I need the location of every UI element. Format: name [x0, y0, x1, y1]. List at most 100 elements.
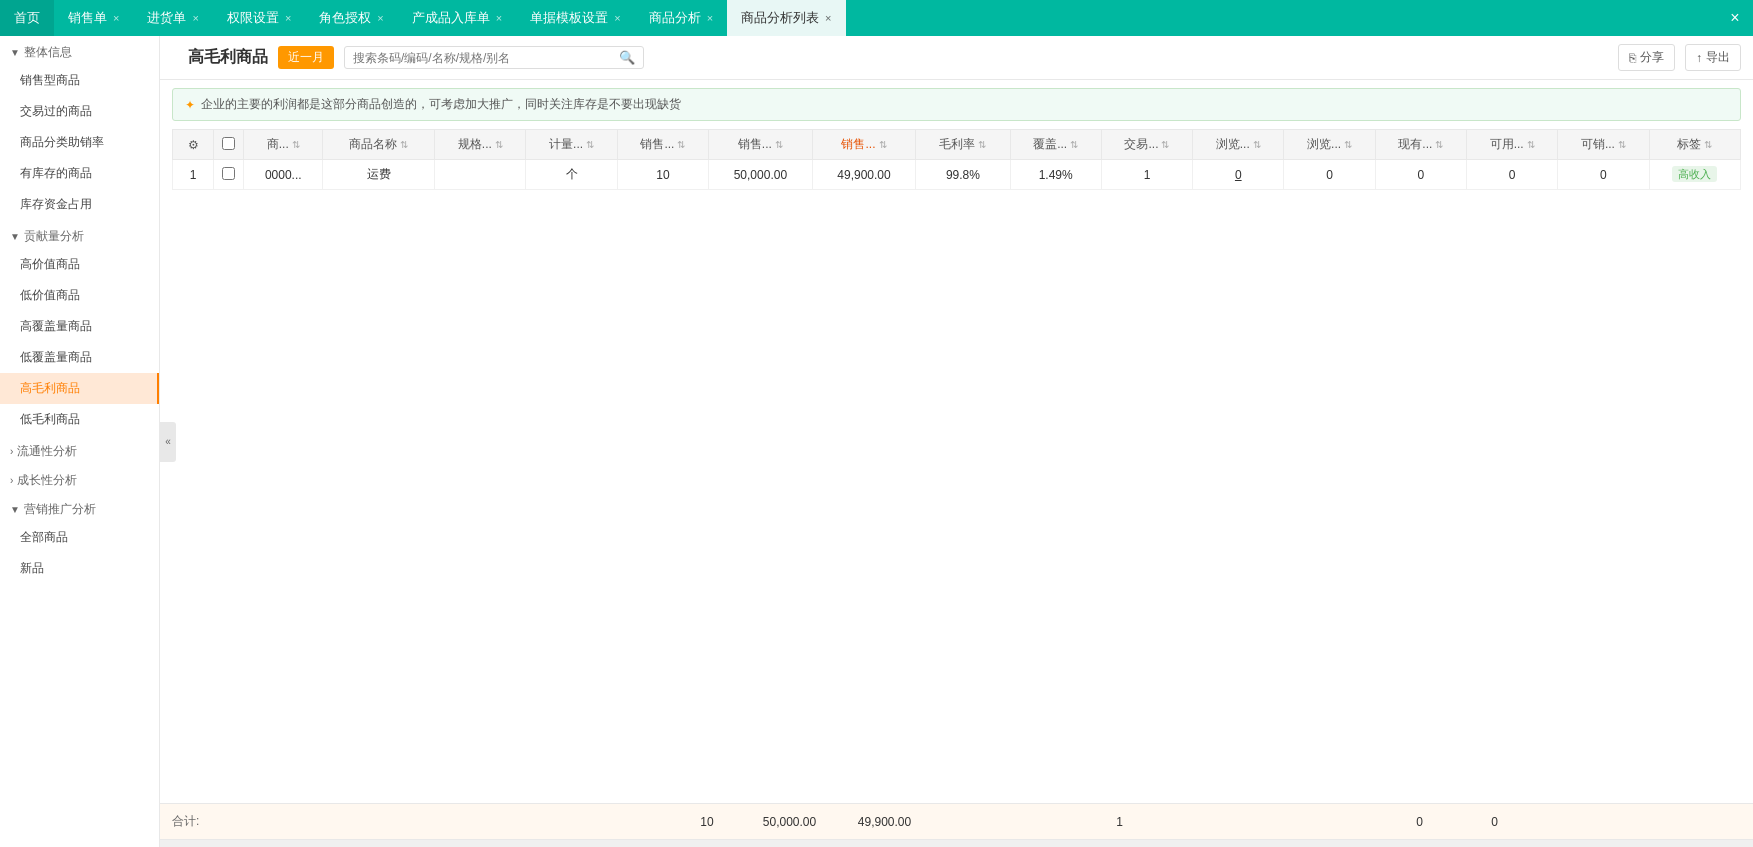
sidebar-item-low-coverage[interactable]: 低覆盖量商品 — [0, 342, 159, 373]
search-input[interactable] — [353, 51, 614, 65]
sort-icon: ⇅ — [495, 139, 503, 150]
sort-icon: ⇅ — [1161, 139, 1169, 150]
row-gross-rate: 99.8% — [916, 160, 1010, 190]
row-views1[interactable]: 0 — [1193, 160, 1284, 190]
sidebar-group-marketing[interactable]: ▼ 营销推广分析 — [0, 493, 159, 522]
close-tab-permissions[interactable]: × — [285, 12, 291, 24]
sidebar-toggle-btn[interactable]: « — [160, 422, 176, 462]
row-select-checkbox[interactable] — [222, 167, 235, 180]
col-coverage[interactable]: 覆盖...⇅ — [1010, 130, 1101, 160]
col-sales-qty[interactable]: 销售...⇅ — [617, 130, 708, 160]
row-tag: 高收入 — [1649, 160, 1740, 190]
row-sales-qty: 10 — [617, 160, 708, 190]
search-icon[interactable]: 🔍 — [619, 50, 635, 65]
sidebar-item-stock-capital[interactable]: 库存资金占用 — [0, 189, 159, 220]
nav-item-roles[interactable]: 角色授权 × — [305, 0, 397, 36]
footer-total: 合计: 10 50,000.00 49,900.00 1 0 0 — [160, 803, 1753, 839]
arrow-icon: ▼ — [10, 47, 20, 58]
col-gross-rate[interactable]: 毛利率⇅ — [916, 130, 1010, 160]
content-header: 高毛利商品 近一月 🔍 ⎘ 分享 ↑ 导出 — [160, 36, 1753, 80]
footer-values: 10 50,000.00 49,900.00 1 0 0 — [252, 815, 1741, 829]
filter-recent-month-btn[interactable]: 近一月 — [278, 46, 334, 69]
sidebar-item-high-coverage[interactable]: 高覆盖量商品 — [0, 311, 159, 342]
nav-item-template[interactable]: 单据模板设置 × — [516, 0, 634, 36]
sidebar-group-contribution[interactable]: ▼ 贡献量分析 — [0, 220, 159, 249]
products-table: ⚙ 商...⇅ 商品名称⇅ 规格...⇅ — [172, 129, 1741, 190]
sidebar-item-in-stock[interactable]: 有库存的商品 — [0, 158, 159, 189]
col-sales-amount[interactable]: 销售...⇅ — [709, 130, 813, 160]
page-title: 高毛利商品 — [188, 47, 268, 68]
sidebar: ▼ 整体信息 销售型商品 交易过的商品 商品分类助销率 有库存的商品 库存资金占… — [0, 36, 160, 847]
nav-item-sales[interactable]: 销售单 × — [54, 0, 133, 36]
sidebar-item-category-rate[interactable]: 商品分类助销率 — [0, 127, 159, 158]
export-icon: ↑ — [1696, 51, 1702, 65]
search-box: 🔍 — [344, 46, 644, 69]
close-tab-purchase[interactable]: × — [192, 12, 198, 24]
row-available-stock: 0 — [1467, 160, 1558, 190]
row-views2: 0 — [1284, 160, 1375, 190]
col-sellable-stock[interactable]: 可销...⇅ — [1558, 130, 1649, 160]
sidebar-group-overall[interactable]: ▼ 整体信息 — [0, 36, 159, 65]
sidebar-group-liquidity[interactable]: › 流通性分析 — [0, 435, 159, 464]
close-tab-template[interactable]: × — [614, 12, 620, 24]
window-close-btn[interactable]: × — [1717, 0, 1753, 36]
sort-icon: ⇅ — [677, 139, 685, 150]
nav-item-finished-goods[interactable]: 产成品入库单 × — [398, 0, 516, 36]
arrow-icon-contribution: ▼ — [10, 231, 20, 242]
row-spec — [435, 160, 526, 190]
sort-icon: ⇅ — [1253, 139, 1261, 150]
nav-item-permissions[interactable]: 权限设置 × — [213, 0, 305, 36]
sort-icon: ⇅ — [1527, 139, 1535, 150]
sort-icon: ⇅ — [586, 139, 594, 150]
sidebar-group-growth[interactable]: › 成长性分析 — [0, 464, 159, 493]
sidebar-item-low-value[interactable]: 低价值商品 — [0, 280, 159, 311]
row-coverage: 1.49% — [1010, 160, 1101, 190]
sort-icon: ⇅ — [1704, 139, 1712, 150]
col-tag[interactable]: 标签⇅ — [1649, 130, 1740, 160]
sidebar-item-high-margin[interactable]: 高毛利商品 — [0, 373, 159, 404]
nav-item-analysis-list[interactable]: 商品分析列表 × — [727, 0, 845, 36]
sidebar-item-high-value[interactable]: 高价值商品 — [0, 249, 159, 280]
sort-icon: ⇅ — [292, 139, 300, 150]
sidebar-item-traded-goods[interactable]: 交易过的商品 — [0, 96, 159, 127]
sidebar-item-new-goods[interactable]: 新品 — [0, 553, 159, 584]
select-all-checkbox[interactable] — [222, 137, 235, 150]
row-checkbox — [214, 160, 244, 190]
col-code[interactable]: 商...⇅ — [244, 130, 323, 160]
nav-item-home[interactable]: 首页 — [0, 0, 54, 36]
bottom-scrollbar[interactable] — [160, 839, 1753, 847]
col-views1[interactable]: 浏览...⇅ — [1193, 130, 1284, 160]
col-unit[interactable]: 计量...⇅ — [526, 130, 617, 160]
sidebar-item-low-margin[interactable]: 低毛利商品 — [0, 404, 159, 435]
arrow-icon-growth: › — [10, 475, 13, 486]
col-sales-profit[interactable]: 销售...⇅ — [812, 130, 916, 160]
sort-icon: ⇅ — [1344, 139, 1352, 150]
col-available-stock[interactable]: 可用...⇅ — [1467, 130, 1558, 160]
main-layout: ▼ 整体信息 销售型商品 交易过的商品 商品分类助销率 有库存的商品 库存资金占… — [0, 36, 1753, 847]
share-icon: ⎘ — [1629, 51, 1636, 65]
footer-transactions: 1 — [1082, 815, 1157, 829]
close-tab-analysis[interactable]: × — [707, 12, 713, 24]
col-current-stock[interactable]: 现有...⇅ — [1375, 130, 1466, 160]
close-tab-sales[interactable]: × — [113, 12, 119, 24]
export-btn[interactable]: ↑ 导出 — [1685, 44, 1741, 71]
sort-icon: ⇅ — [879, 139, 887, 150]
col-spec[interactable]: 规格...⇅ — [435, 130, 526, 160]
share-btn[interactable]: ⎘ 分享 — [1618, 44, 1675, 71]
nav-item-purchase[interactable]: 进货单 × — [133, 0, 212, 36]
sort-icon: ⇅ — [775, 139, 783, 150]
arrow-icon-marketing: ▼ — [10, 504, 20, 515]
close-tab-analysis-list[interactable]: × — [825, 12, 831, 24]
row-num: 1 — [173, 160, 214, 190]
close-tab-roles[interactable]: × — [377, 12, 383, 24]
col-views2[interactable]: 浏览...⇅ — [1284, 130, 1375, 160]
col-settings[interactable]: ⚙ — [173, 130, 214, 160]
col-transactions[interactable]: 交易...⇅ — [1101, 130, 1192, 160]
sort-icon: ⇅ — [400, 139, 408, 150]
sidebar-item-sales-goods[interactable]: 销售型商品 — [0, 65, 159, 96]
close-tab-finished-goods[interactable]: × — [496, 12, 502, 24]
col-checkbox — [214, 130, 244, 160]
sidebar-item-all-goods[interactable]: 全部商品 — [0, 522, 159, 553]
col-name[interactable]: 商品名称⇅ — [323, 130, 435, 160]
nav-item-analysis[interactable]: 商品分析 × — [635, 0, 727, 36]
